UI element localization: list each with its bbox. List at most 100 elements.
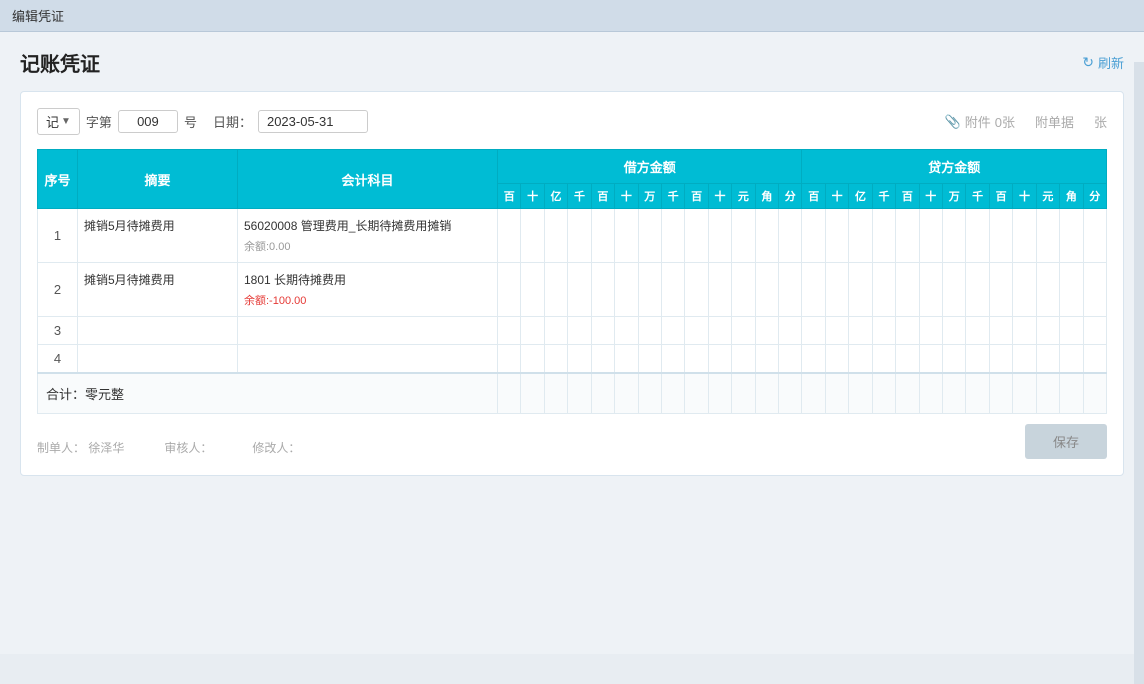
amount-cell-1-19[interactable] <box>943 263 966 317</box>
amount-cell-1-22[interactable] <box>1013 263 1036 317</box>
amount-cell-2-20[interactable] <box>966 317 989 345</box>
amount-cell-1-0[interactable] <box>498 263 521 317</box>
amount-cell-1-7[interactable] <box>661 263 684 317</box>
amount-cell-0-24[interactable] <box>1060 209 1083 263</box>
amount-cell-3-10[interactable] <box>732 345 755 374</box>
fudanjv-button[interactable]: 附单据 <box>1035 112 1074 131</box>
amount-cell-3-6[interactable] <box>638 345 661 374</box>
amount-cell-2-13[interactable] <box>802 317 825 345</box>
account-cell-0[interactable]: 56020008 管理费用_长期待摊费用摊销余额:0.00 <box>238 209 498 263</box>
amount-cell-2-24[interactable] <box>1060 317 1083 345</box>
amount-cell-0-0[interactable] <box>498 209 521 263</box>
amount-cell-1-8[interactable] <box>685 263 708 317</box>
amount-cell-3-11[interactable] <box>755 345 778 374</box>
amount-cell-3-21[interactable] <box>989 345 1012 374</box>
amount-cell-0-9[interactable] <box>708 209 731 263</box>
amount-cell-0-1[interactable] <box>521 209 544 263</box>
amount-cell-1-1[interactable] <box>521 263 544 317</box>
amount-cell-2-2[interactable] <box>544 317 567 345</box>
amount-cell-3-20[interactable] <box>966 345 989 374</box>
amount-cell-3-3[interactable] <box>568 345 591 374</box>
amount-cell-0-15[interactable] <box>849 209 872 263</box>
amount-cell-3-8[interactable] <box>685 345 708 374</box>
account-cell-2[interactable] <box>238 317 498 345</box>
amount-cell-3-1[interactable] <box>521 345 544 374</box>
amount-cell-1-16[interactable] <box>872 263 895 317</box>
account-cell-1[interactable]: 1801 长期待摊费用余额:-100.00 <box>238 263 498 317</box>
amount-cell-0-25[interactable] <box>1083 209 1106 263</box>
amount-cell-2-6[interactable] <box>638 317 661 345</box>
summary-cell-0[interactable]: 摊销5月待摊费用 <box>78 209 238 263</box>
amount-cell-1-17[interactable] <box>896 263 919 317</box>
amount-cell-0-11[interactable] <box>755 209 778 263</box>
amount-cell-2-23[interactable] <box>1036 317 1059 345</box>
amount-cell-1-14[interactable] <box>825 263 848 317</box>
amount-cell-2-3[interactable] <box>568 317 591 345</box>
amount-cell-0-8[interactable] <box>685 209 708 263</box>
amount-cell-2-10[interactable] <box>732 317 755 345</box>
amount-cell-3-12[interactable] <box>779 345 802 374</box>
amount-cell-2-22[interactable] <box>1013 317 1036 345</box>
amount-cell-0-4[interactable] <box>591 209 614 263</box>
summary-cell-1[interactable]: 摊销5月待摊费用 <box>78 263 238 317</box>
amount-cell-2-17[interactable] <box>896 317 919 345</box>
amount-cell-0-6[interactable] <box>638 209 661 263</box>
scrollbar[interactable] <box>1134 62 1144 684</box>
voucher-type-button[interactable]: 记 ▼ <box>37 108 80 135</box>
amount-cell-1-4[interactable] <box>591 263 614 317</box>
amount-cell-2-1[interactable] <box>521 317 544 345</box>
amount-cell-2-5[interactable] <box>615 317 638 345</box>
amount-cell-3-2[interactable] <box>544 345 567 374</box>
amount-cell-0-17[interactable] <box>896 209 919 263</box>
amount-cell-3-13[interactable] <box>802 345 825 374</box>
amount-cell-1-13[interactable] <box>802 263 825 317</box>
amount-cell-1-9[interactable] <box>708 263 731 317</box>
amount-cell-3-17[interactable] <box>896 345 919 374</box>
amount-cell-1-21[interactable] <box>989 263 1012 317</box>
amount-cell-2-9[interactable] <box>708 317 731 345</box>
amount-cell-0-23[interactable] <box>1036 209 1059 263</box>
amount-cell-1-2[interactable] <box>544 263 567 317</box>
amount-cell-0-18[interactable] <box>919 209 942 263</box>
account-cell-3[interactable] <box>238 345 498 374</box>
amount-cell-2-18[interactable] <box>919 317 942 345</box>
amount-cell-2-19[interactable] <box>943 317 966 345</box>
date-input[interactable] <box>258 110 368 133</box>
amount-cell-3-4[interactable] <box>591 345 614 374</box>
amount-cell-0-10[interactable] <box>732 209 755 263</box>
amount-cell-3-18[interactable] <box>919 345 942 374</box>
amount-cell-3-25[interactable] <box>1083 345 1106 374</box>
amount-cell-0-20[interactable] <box>966 209 989 263</box>
amount-cell-2-15[interactable] <box>849 317 872 345</box>
summary-cell-2[interactable] <box>78 317 238 345</box>
amount-cell-1-11[interactable] <box>755 263 778 317</box>
amount-cell-2-4[interactable] <box>591 317 614 345</box>
amount-cell-3-22[interactable] <box>1013 345 1036 374</box>
amount-cell-0-13[interactable] <box>802 209 825 263</box>
amount-cell-2-0[interactable] <box>498 317 521 345</box>
amount-cell-2-7[interactable] <box>661 317 684 345</box>
amount-cell-0-5[interactable] <box>615 209 638 263</box>
amount-cell-3-14[interactable] <box>825 345 848 374</box>
amount-cell-3-23[interactable] <box>1036 345 1059 374</box>
amount-cell-1-15[interactable] <box>849 263 872 317</box>
amount-cell-0-22[interactable] <box>1013 209 1036 263</box>
amount-cell-0-3[interactable] <box>568 209 591 263</box>
summary-cell-3[interactable] <box>78 345 238 374</box>
amount-cell-3-15[interactable] <box>849 345 872 374</box>
amount-cell-2-25[interactable] <box>1083 317 1106 345</box>
attachment-button[interactable]: 📎 附件 0张 <box>945 112 1015 131</box>
amount-cell-1-6[interactable] <box>638 263 661 317</box>
refresh-button[interactable]: ↻ 刷新 <box>1082 53 1124 72</box>
amount-cell-0-16[interactable] <box>872 209 895 263</box>
amount-cell-1-18[interactable] <box>919 263 942 317</box>
amount-cell-2-11[interactable] <box>755 317 778 345</box>
amount-cell-1-12[interactable] <box>779 263 802 317</box>
amount-cell-0-14[interactable] <box>825 209 848 263</box>
amount-cell-2-21[interactable] <box>989 317 1012 345</box>
amount-cell-0-2[interactable] <box>544 209 567 263</box>
amount-cell-1-10[interactable] <box>732 263 755 317</box>
amount-cell-2-12[interactable] <box>779 317 802 345</box>
amount-cell-1-24[interactable] <box>1060 263 1083 317</box>
amount-cell-3-24[interactable] <box>1060 345 1083 374</box>
